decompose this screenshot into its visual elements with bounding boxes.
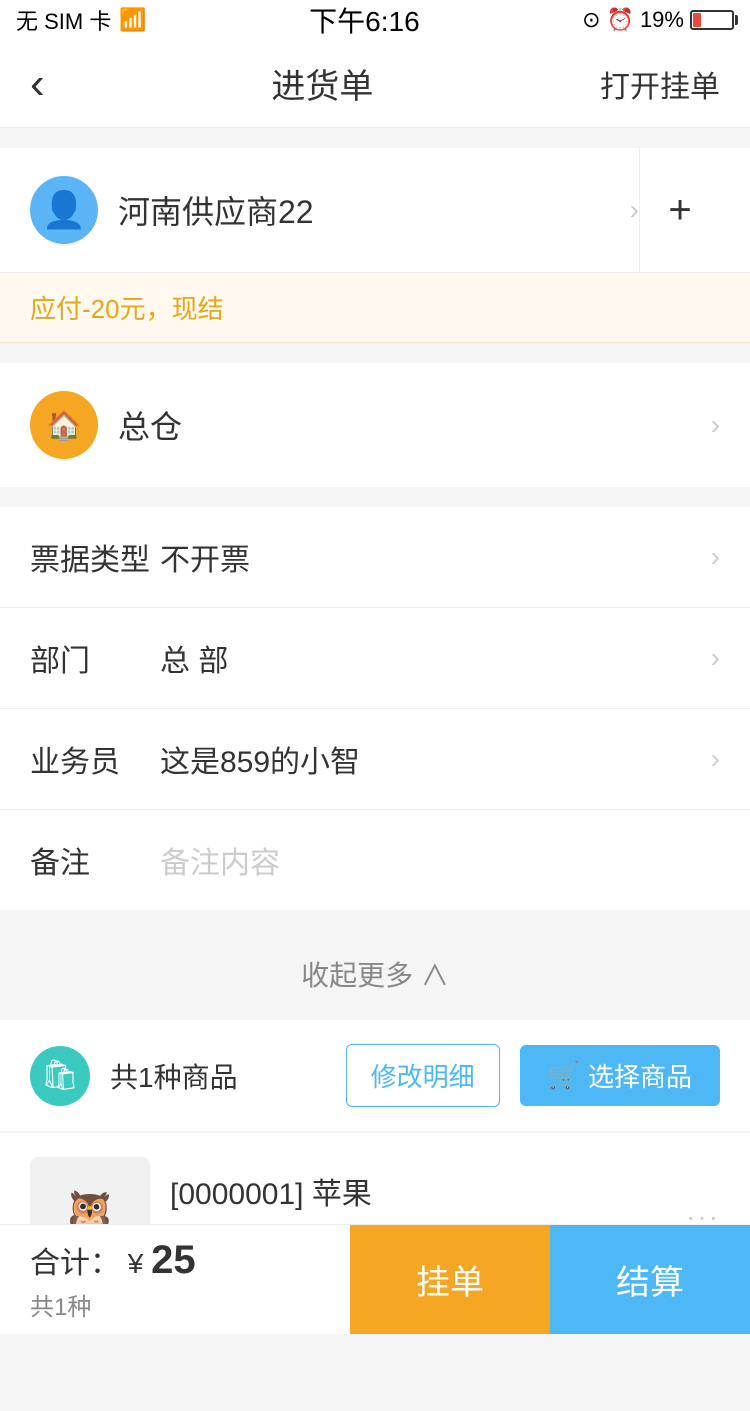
status-carrier: 无 SIM 卡 📶 bbox=[16, 4, 147, 36]
status-right: ⊙ ⏰ 19% bbox=[582, 7, 734, 33]
product-title: 苹果 bbox=[312, 1178, 372, 1211]
open-hang-button[interactable]: 打开挂单 bbox=[600, 62, 720, 106]
salesperson-value: 这是859的小智 bbox=[160, 737, 711, 781]
notice-bar: 应付-20元，现结 bbox=[0, 273, 750, 343]
supplier-selector[interactable]: 👤 河南供应商22 › bbox=[30, 148, 640, 272]
edit-detail-button[interactable]: 修改明细 bbox=[346, 1044, 500, 1107]
total-unit: ¥ bbox=[128, 1248, 144, 1279]
checkout-button[interactable]: 结算 bbox=[550, 1225, 750, 1334]
invoice-label: 票据类型 bbox=[30, 535, 160, 579]
department-label: 部门 bbox=[30, 636, 160, 680]
add-supplier-button[interactable]: + bbox=[640, 148, 720, 272]
gap-1 bbox=[0, 128, 750, 148]
select-product-label: 选择商品 bbox=[588, 1057, 692, 1094]
product-name: [0000001] 苹果 bbox=[170, 1169, 666, 1213]
remark-label: 备注 bbox=[30, 838, 160, 882]
wifi-icon: 📶 bbox=[119, 7, 146, 33]
collapse-button[interactable]: 收起更多 ∧ bbox=[0, 930, 750, 1018]
warehouse-emoji: 🏠 bbox=[47, 409, 82, 442]
status-bar: 无 SIM 卡 📶 下午6:16 ⊙ ⏰ 19% bbox=[0, 0, 750, 40]
invoice-row[interactable]: 票据类型 不开票 › bbox=[0, 507, 750, 608]
supplier-name: 河南供应商22 bbox=[118, 187, 630, 233]
cart-icon: 🛒 bbox=[548, 1060, 580, 1091]
battery-icon bbox=[690, 10, 734, 30]
notice-text: 应付-20元，现结 bbox=[30, 294, 224, 324]
product-code: [0000001] bbox=[170, 1178, 303, 1211]
invoice-chevron-icon: › bbox=[711, 541, 720, 573]
invoice-value: 不开票 bbox=[160, 535, 711, 579]
status-time: 下午6:16 bbox=[309, 0, 420, 40]
department-value: 总 部 bbox=[160, 636, 711, 680]
salesperson-chevron-icon: › bbox=[711, 743, 720, 775]
product-bag-icon: 🛍 bbox=[30, 1046, 90, 1106]
total-count: 共1种 bbox=[30, 1287, 320, 1322]
page-title: 进货单 bbox=[271, 59, 373, 108]
product-header: 🛍 共1种商品 修改明细 🛒 选择商品 bbox=[0, 1020, 750, 1131]
supplier-section: 👤 河南供应商22 › + bbox=[0, 148, 750, 273]
bag-emoji: 🛍 bbox=[41, 1058, 79, 1093]
select-product-button[interactable]: 🛒 选择商品 bbox=[520, 1045, 720, 1106]
warehouse-name: 总仓 bbox=[118, 402, 711, 448]
supplier-avatar: 👤 bbox=[30, 176, 98, 244]
avatar-icon: 👤 bbox=[42, 189, 87, 231]
hang-button[interactable]: 挂单 bbox=[350, 1225, 550, 1334]
location-icon: ⊙ bbox=[582, 7, 600, 33]
department-chevron-icon: › bbox=[711, 642, 720, 674]
warehouse-chevron-icon: › bbox=[711, 409, 720, 441]
product-count: 共1种商品 bbox=[110, 1056, 326, 1096]
back-button[interactable]: ‹ bbox=[30, 59, 45, 109]
salesperson-label: 业务员 bbox=[30, 737, 160, 781]
remark-row[interactable]: 备注 备注内容 bbox=[0, 810, 750, 910]
total-amount: 25 bbox=[151, 1238, 196, 1282]
alarm-icon: ⏰ bbox=[607, 7, 634, 33]
nav-bar: ‹ 进货单 打开挂单 bbox=[0, 40, 750, 128]
battery-percent: 19% bbox=[640, 7, 684, 33]
total-section: 合计： ¥ 25 共1种 bbox=[0, 1225, 350, 1334]
department-row[interactable]: 部门 总 部 › bbox=[0, 608, 750, 709]
warehouse-section[interactable]: 🏠 总仓 › bbox=[0, 363, 750, 487]
bottom-bar: 合计： ¥ 25 共1种 挂单 结算 bbox=[0, 1224, 750, 1334]
chevron-right-icon: › bbox=[630, 194, 639, 226]
form-section: 票据类型 不开票 › 部门 总 部 › 业务员 这是859的小智 › 备注 备注… bbox=[0, 507, 750, 910]
total-label: 合计： bbox=[30, 1247, 120, 1280]
warehouse-icon: 🏠 bbox=[30, 391, 98, 459]
remark-input[interactable]: 备注内容 bbox=[160, 838, 720, 882]
salesperson-row[interactable]: 业务员 这是859的小智 › bbox=[0, 709, 750, 810]
